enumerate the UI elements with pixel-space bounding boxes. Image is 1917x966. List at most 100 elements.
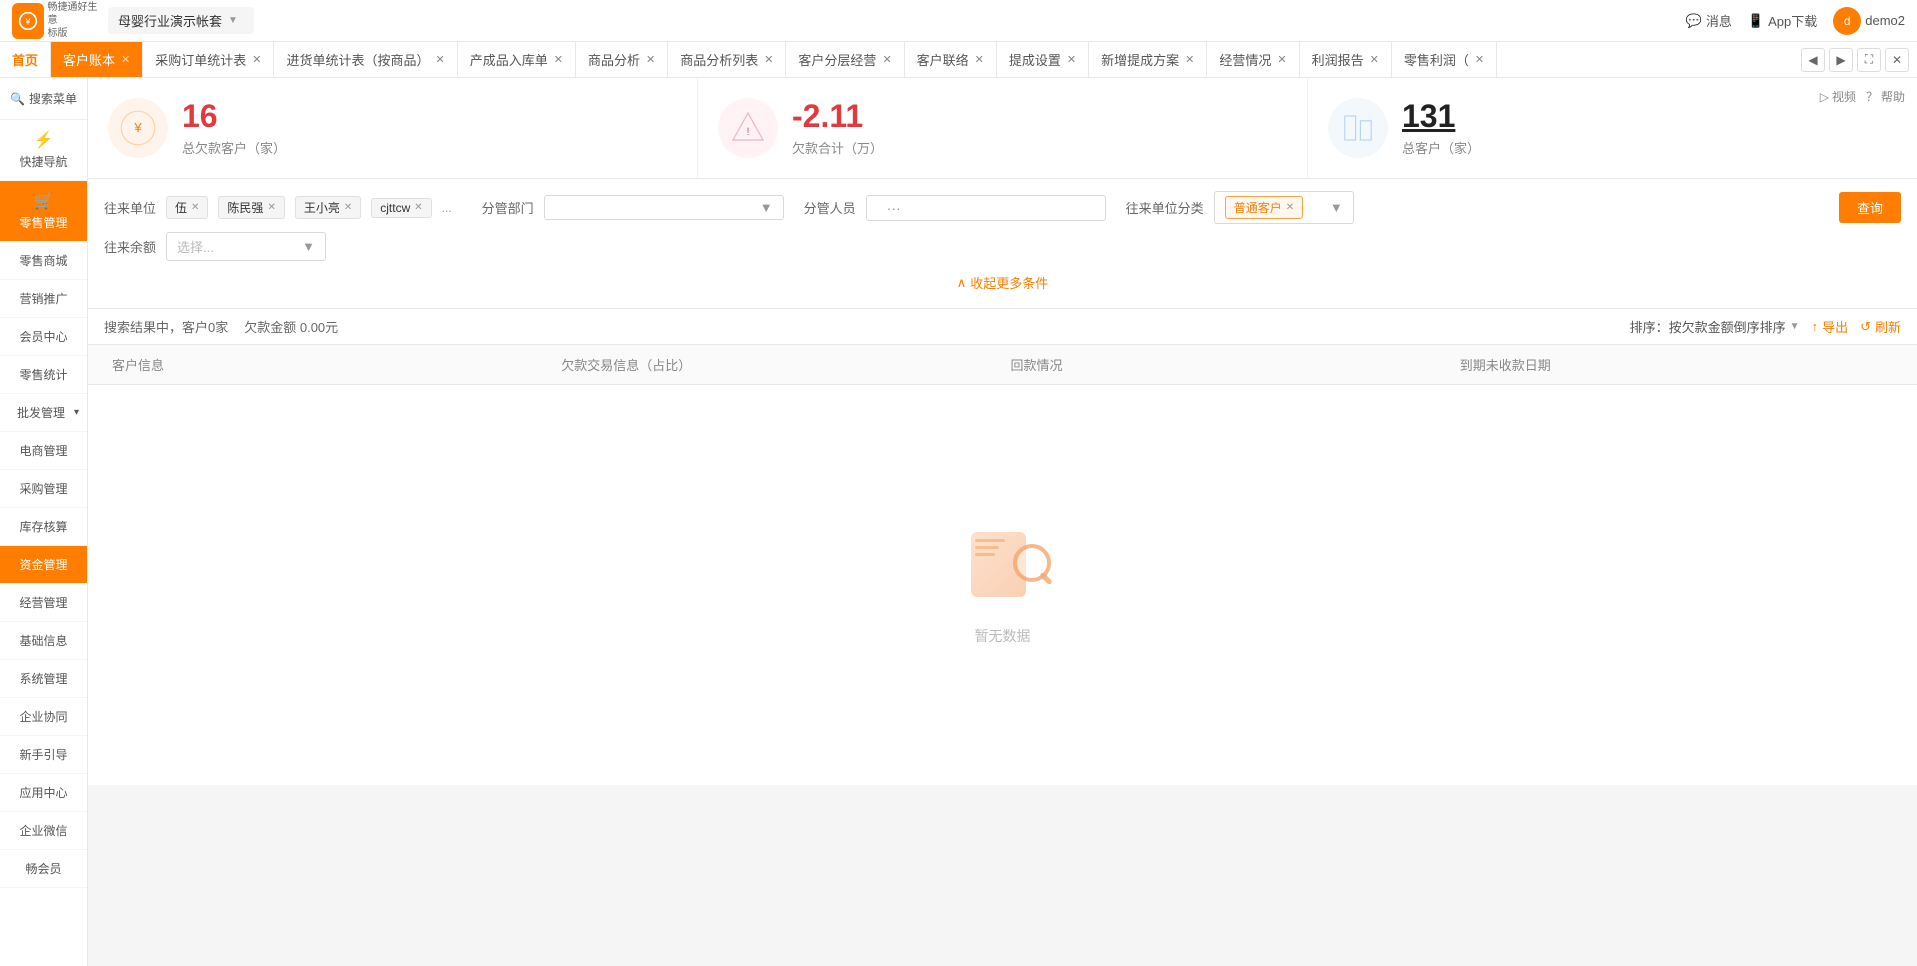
sort-select[interactable]: 排序：按欠款金额倒序排序 ▼ — [1630, 317, 1800, 336]
sidebar-item-member[interactable]: 会员中心 — [0, 318, 87, 356]
video-btn[interactable]: ▷ 视频 — [1820, 88, 1856, 105]
tab-retail-profit[interactable]: 零售利润（ ✕ — [1392, 42, 1497, 78]
tab-new-tips[interactable]: 新增提成方案 ✕ — [1089, 42, 1207, 78]
close-icon[interactable]: ✕ — [1185, 53, 1194, 66]
main-layout: 🔍 搜索菜单 ⚡ 快捷导航 🛒 零售管理 零售商城 营销推广 会员中心 零售统计… — [0, 78, 1917, 966]
chevron-down-icon: ▼ — [760, 200, 773, 215]
more-tags-btn[interactable]: ... — [442, 201, 452, 215]
tab-profit-report[interactable]: 利润报告 ✕ — [1300, 42, 1392, 78]
close-icon[interactable]: ✕ — [1067, 53, 1076, 66]
close-icon[interactable]: ✕ — [1277, 53, 1286, 66]
close-icon[interactable]: ✕ — [121, 53, 130, 66]
help-btn[interactable]: ？ 帮助 — [1866, 88, 1905, 105]
col-due-date: 到期未收款日期 — [1452, 355, 1901, 374]
balance-label: 往来余额 — [104, 237, 156, 256]
person-select[interactable]: ··· — [866, 195, 1106, 221]
company-selector[interactable]: 母婴行业演示帐套 ▼ — [108, 7, 254, 34]
filter-tag-unit3[interactable]: 王小亮 ✕ — [295, 196, 361, 219]
sidebar-item-enterprise[interactable]: 企业协同 — [0, 698, 87, 736]
sidebar-item-retail-stats[interactable]: 零售统计 — [0, 356, 87, 394]
close-icon[interactable]: ✕ — [1286, 202, 1294, 213]
top-right: 💬 消息 📱 App下载 d demo2 — [1686, 7, 1905, 35]
tab-operations[interactable]: 经营情况 ✕ — [1207, 42, 1299, 78]
stat-info-total-clients: 131 总客户（家） — [1402, 99, 1480, 157]
chevron-down-icon: ▼ — [302, 239, 315, 254]
tab-goods-analysis-list[interactable]: 商品分析列表 ✕ — [668, 42, 786, 78]
tab-home[interactable]: 首页 — [0, 42, 51, 78]
sidebar-item-basic-info[interactable]: 基础信息 — [0, 622, 87, 660]
tab-purchase-order[interactable]: 采购订单统计表 ✕ — [143, 42, 274, 78]
search-menu-button[interactable]: 🔍 搜索菜单 — [8, 86, 79, 111]
filter-tag-unit-type[interactable]: 普通客户 ✕ — [1225, 196, 1303, 219]
stat-number-debt: -2.11 — [792, 99, 883, 134]
close-icon[interactable]: ✕ — [267, 202, 275, 213]
sidebar-item-operations[interactable]: 经营管理 — [0, 584, 87, 622]
close-icon[interactable]: ✕ — [1475, 53, 1484, 66]
unit-type-select[interactable]: 普通客户 ✕ ▼ — [1214, 191, 1354, 224]
sidebar-item-enterprise-wechat[interactable]: 企业微信 — [0, 812, 87, 850]
dept-select[interactable]: ▼ — [544, 195, 784, 220]
close-icon[interactable]: ✕ — [882, 53, 891, 66]
logo-area: ¥ 畅捷通好生意 标版 — [12, 1, 100, 40]
content-area: ¥ 16 总欠款客户（家） ! -2.11 欠款合计（ — [88, 78, 1917, 966]
user-profile[interactable]: d demo2 — [1833, 7, 1905, 35]
sidebar-item-retail[interactable]: 🛒 零售管理 — [0, 181, 87, 242]
tab-accounts[interactable]: 客户账本 ✕ — [51, 42, 143, 78]
sidebar-item-app-center[interactable]: 应用中心 — [0, 774, 87, 812]
sidebar-item-vip-member[interactable]: 畅会员 — [0, 850, 87, 888]
messages-btn[interactable]: 💬 消息 — [1686, 11, 1732, 30]
filter-tag-unit2[interactable]: 陈民强 ✕ — [218, 196, 284, 219]
nav-next-btn[interactable]: ▶ — [1829, 48, 1853, 72]
sidebar-item-newbie[interactable]: 新手引导 — [0, 736, 87, 774]
tab-customer-tier[interactable]: 客户分层经营 ✕ — [786, 42, 904, 78]
query-button[interactable]: 查询 — [1839, 192, 1901, 223]
close-icon[interactable]: ✕ — [252, 53, 261, 66]
close-icon[interactable]: ✕ — [646, 53, 655, 66]
close-icon[interactable]: ✕ — [191, 202, 199, 213]
close-icon[interactable]: ✕ — [344, 202, 352, 213]
balance-select[interactable]: 选择... ▼ — [166, 232, 326, 261]
nav-fullscreen-btn[interactable]: ⛶ — [1857, 48, 1881, 72]
stat-info-debt: -2.11 欠款合计（万） — [792, 99, 883, 157]
sidebar-item-purchase[interactable]: 采购管理 — [0, 470, 87, 508]
close-icon[interactable]: ✕ — [764, 53, 773, 66]
close-icon[interactable]: ✕ — [1370, 53, 1379, 66]
sidebar-item-wholesale[interactable]: 批发管理 ▾ — [0, 394, 87, 432]
sidebar-item-ecommerce[interactable]: 电商管理 — [0, 432, 87, 470]
filter-tag-unit4[interactable]: cjttcw ✕ — [371, 198, 431, 218]
sidebar-item-inventory[interactable]: 库存核算 — [0, 508, 87, 546]
tab-product-stock[interactable]: 产成品入库单 ✕ — [458, 42, 576, 78]
sidebar-item-marketing[interactable]: 营销推广 — [0, 280, 87, 318]
refresh-button[interactable]: ↺ 刷新 — [1860, 317, 1901, 336]
nav-prev-btn[interactable]: ◀ — [1801, 48, 1825, 72]
filter-tag-unit1[interactable]: 伍 ✕ — [166, 196, 208, 219]
close-icon[interactable]: ✕ — [554, 53, 563, 66]
col-repayment: 回款情况 — [1003, 355, 1452, 374]
empty-text: 暂无数据 — [975, 626, 1031, 646]
tab-customer-contact[interactable]: 客户联络 ✕ — [905, 42, 997, 78]
close-icon[interactable]: ✕ — [436, 53, 445, 66]
svg-text:!: ! — [747, 126, 750, 138]
total-clients-icon — [1328, 98, 1388, 158]
table-body: 暂无数据 — [88, 385, 1917, 785]
nav-close-all-btn[interactable]: ✕ — [1885, 48, 1909, 72]
app-icon: 📱 — [1748, 13, 1764, 29]
stat-number-customers: 16 — [182, 99, 286, 134]
sidebar-item-retail-mall[interactable]: 零售商城 — [0, 242, 87, 280]
sidebar-item-finance[interactable]: 资金管理 — [0, 546, 87, 584]
close-icon[interactable]: ✕ — [975, 53, 984, 66]
dots-icon[interactable]: ··· — [883, 200, 905, 216]
app-download-btn[interactable]: 📱 App下载 — [1748, 11, 1817, 30]
sidebar-item-system[interactable]: 系统管理 — [0, 660, 87, 698]
tab-tips-settings[interactable]: 提成设置 ✕ — [997, 42, 1089, 78]
logo-text: 畅捷通好生意 标版 — [48, 1, 101, 40]
collapse-button[interactable]: ∧ 收起更多条件 — [104, 269, 1901, 296]
logo-icon: ¥ — [12, 3, 44, 39]
tab-goods-analysis[interactable]: 商品分析 ✕ — [576, 42, 668, 78]
export-button[interactable]: ↑ 导出 — [1812, 317, 1849, 336]
quick-nav-icon: ⚡ — [34, 130, 54, 150]
tab-stock-in[interactable]: 进货单统计表（按商品） ✕ — [274, 42, 457, 78]
sidebar-item-quick-nav[interactable]: ⚡ 快捷导航 — [0, 120, 87, 181]
refresh-icon: ↺ — [1860, 319, 1871, 335]
close-icon[interactable]: ✕ — [414, 202, 422, 213]
